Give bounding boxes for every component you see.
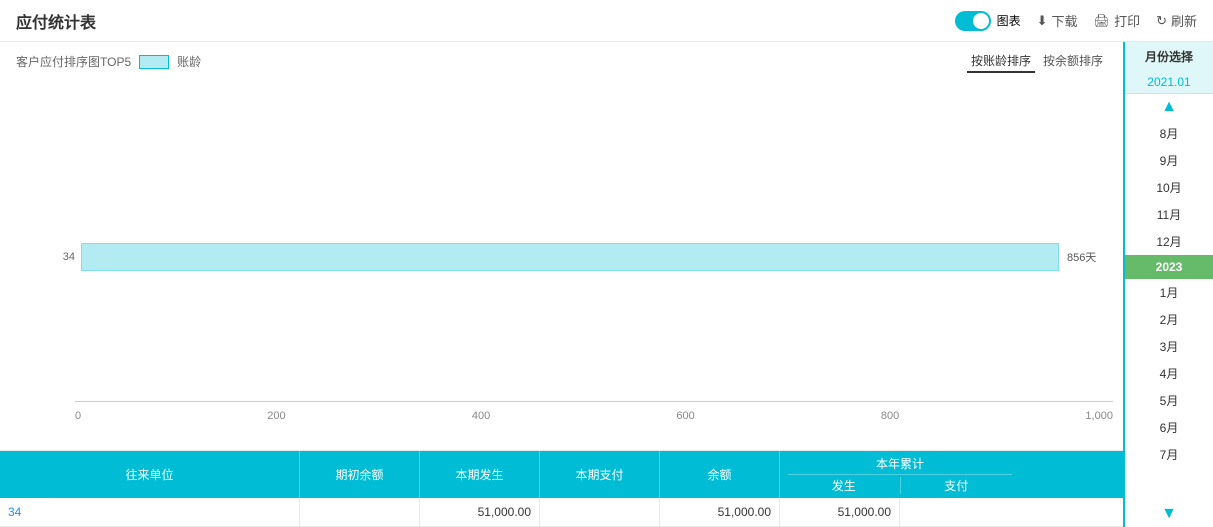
td-ytd-occur: 51,000.00 xyxy=(780,498,900,526)
td-ytd-pay xyxy=(900,498,1020,526)
sidebar-down-arrow[interactable]: ▼ xyxy=(1125,501,1213,527)
x-tick-200: 200 xyxy=(267,410,285,422)
month-item-9[interactable]: 9月 xyxy=(1125,147,1213,174)
x-tick-0: 0 xyxy=(75,410,81,422)
bar-chart-container: 34 856天 0 200 400 600 800 1,000 xyxy=(0,81,1123,450)
print-label: 打印 xyxy=(1114,11,1140,30)
month-item-3[interactable]: 3月 xyxy=(1125,333,1213,360)
th-company: 往来单位 xyxy=(0,451,300,498)
sort-buttons: 按账龄排序 按余额排序 xyxy=(967,50,1107,73)
x-axis: 0 200 400 600 800 1,000 xyxy=(75,410,1113,422)
th-opening-balance: 期初余额 xyxy=(300,451,420,498)
print-button[interactable]: 🖨 打印 xyxy=(1094,11,1141,30)
x-tick-400: 400 xyxy=(472,410,490,422)
chart-legend: 客户应付排序图TOP5 账龄 xyxy=(16,53,201,70)
chart-body: 34 856天 0 200 400 600 800 1,000 xyxy=(50,91,1113,422)
month-item-10[interactable]: 10月 xyxy=(1125,174,1213,201)
chart-toggle-label: 图表 xyxy=(997,12,1021,29)
month-item-5[interactable]: 5月 xyxy=(1125,387,1213,414)
bar-label: 34 xyxy=(50,251,75,263)
print-icon: 🖨 xyxy=(1094,13,1111,29)
td-current-pay xyxy=(540,498,660,526)
month-item-1[interactable]: 1月 xyxy=(1125,279,1213,306)
bar-row: 34 856天 xyxy=(50,243,1113,271)
header-actions: 图表 ⬇ 下载 🖨 打印 ↻ 刷新 xyxy=(955,11,1197,31)
bar-fill xyxy=(81,243,1059,271)
table-section: 往来单位 期初余额 本期发生 本期支付 余额 本年累计 发生 支付 xyxy=(0,450,1123,527)
sidebar-up-arrow[interactable]: ▲ xyxy=(1125,94,1213,120)
page-title: 应付统计表 xyxy=(16,9,96,33)
table-header-row1: 往来单位 期初余额 本期发生 本期支付 余额 本年累计 发生 支付 xyxy=(0,451,1123,498)
x-tick-800: 800 xyxy=(881,410,899,422)
legend-text: 客户应付排序图TOP5 xyxy=(16,53,131,70)
sidebar-current-period[interactable]: 2021.01 xyxy=(1125,71,1213,94)
td-company-link[interactable]: 34 xyxy=(8,505,21,519)
th-ytd-title: 本年累计 xyxy=(788,455,1012,475)
download-label: 下载 xyxy=(1052,11,1078,30)
x-tick-1000: 1,000 xyxy=(1085,410,1113,422)
td-balance: 51,000.00 xyxy=(660,498,780,526)
table-row: 34 51,000.00 51,000.00 51,000.00 xyxy=(0,498,1123,527)
month-item-6[interactable]: 6月 xyxy=(1125,414,1213,441)
sidebar-months: 8月 9月 10月 11月 12月 2023 1月 2月 3月 4月 5月 6月… xyxy=(1125,120,1213,501)
bar-days-label: 856天 xyxy=(1067,249,1096,265)
sort-by-amount-btn[interactable]: 按余额排序 xyxy=(1039,50,1107,73)
download-button[interactable]: ⬇ 下载 xyxy=(1037,11,1078,30)
month-item-12[interactable]: 12月 xyxy=(1125,228,1213,255)
month-item-4[interactable]: 4月 xyxy=(1125,360,1213,387)
right-sidebar: 月份选择 2021.01 ▲ 8月 9月 10月 11月 12月 2023 1月… xyxy=(1123,42,1213,527)
sort-by-balance-btn[interactable]: 按账龄排序 xyxy=(967,50,1035,73)
header: 应付统计表 图表 ⬇ 下载 🖨 打印 ↻ 刷新 xyxy=(0,0,1213,42)
month-item-11[interactable]: 11月 xyxy=(1125,201,1213,228)
chart-area: 客户应付排序图TOP5 账龄 按账龄排序 按余额排序 34 xyxy=(0,42,1123,527)
td-current-occur: 51,000.00 xyxy=(420,498,540,526)
td-company: 34 xyxy=(0,498,300,526)
month-item-7[interactable]: 7月 xyxy=(1125,441,1213,468)
month-item-2[interactable]: 2月 xyxy=(1125,306,1213,333)
refresh-icon: ↻ xyxy=(1156,13,1167,29)
x-tick-600: 600 xyxy=(676,410,694,422)
chart-controls: 客户应付排序图TOP5 账龄 按账龄排序 按余额排序 xyxy=(0,42,1123,81)
th-ytd-sub: 发生 支付 xyxy=(788,477,1012,494)
th-ytd: 本年累计 发生 支付 xyxy=(780,451,1020,498)
sidebar-title: 月份选择 xyxy=(1125,42,1213,71)
th-balance: 余额 xyxy=(660,451,780,498)
td-opening-balance xyxy=(300,498,420,526)
refresh-button[interactable]: ↻ 刷新 xyxy=(1156,11,1197,30)
legend-box xyxy=(139,55,169,69)
th-ytd-occur: 发生 xyxy=(788,477,901,494)
month-item-year-2023[interactable]: 2023 xyxy=(1125,255,1213,279)
th-current-occur: 本期发生 xyxy=(420,451,540,498)
th-current-pay: 本期支付 xyxy=(540,451,660,498)
main-content: 客户应付排序图TOP5 账龄 按账龄排序 按余额排序 34 xyxy=(0,42,1213,527)
chart-toggle[interactable] xyxy=(955,11,991,31)
refresh-label: 刷新 xyxy=(1171,11,1197,30)
legend-box-label: 账龄 xyxy=(177,53,201,70)
download-icon: ⬇ xyxy=(1037,13,1048,29)
th-ytd-pay: 支付 xyxy=(901,477,1013,494)
month-item-8[interactable]: 8月 xyxy=(1125,120,1213,147)
x-axis-line xyxy=(75,401,1113,402)
chart-toggle-wrap: 图表 xyxy=(955,11,1021,31)
